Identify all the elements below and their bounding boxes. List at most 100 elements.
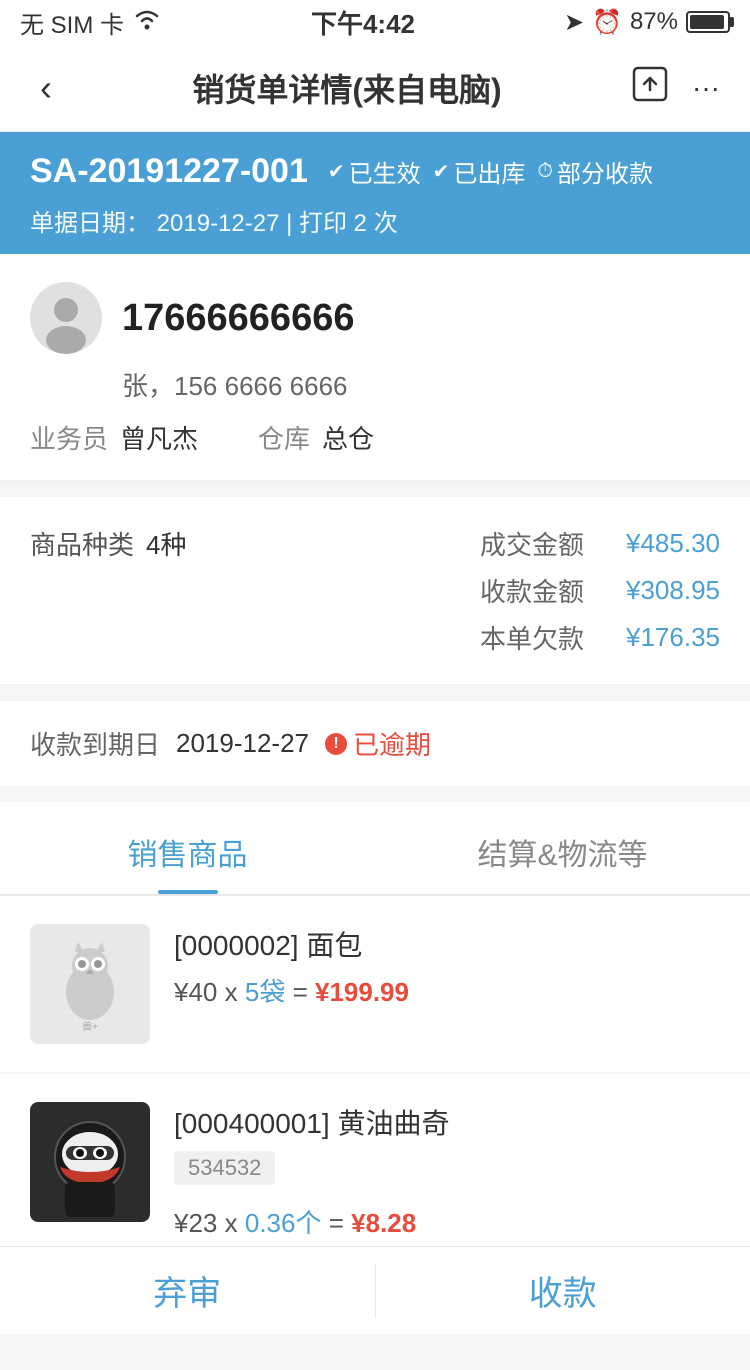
meta-label: 单据日期： (30, 210, 150, 237)
product-total-2: ¥8.28 (351, 1208, 416, 1238)
customer-section: 17666666666 张，156 6666 6666 业务员 曾凡杰 仓库 总… (0, 254, 750, 481)
page-title: 销货单详情(来自电脑) (192, 65, 501, 111)
bottom-bar: 弃审 收款 (0, 1246, 750, 1334)
tabs-section: 销售商品 结算&物流等 (0, 802, 750, 896)
customer-name: 张，156 6666 6666 (30, 366, 720, 403)
list-item: 兽+ [0000002] 面包 ¥40 x 5袋 = ¥199.99 (0, 896, 750, 1072)
check-icon-1: ✔ (328, 159, 345, 184)
alarm-icon: ⏰ (592, 8, 622, 37)
back-button[interactable]: ‹ (30, 57, 62, 119)
product-multiply-2: x (225, 1208, 245, 1238)
collected-amount-item: 收款金额 ¥308.95 (480, 572, 720, 609)
types-label: 商品种类 (30, 525, 134, 562)
product-qty-1: 5袋 (245, 977, 285, 1007)
svg-text:兽+: 兽+ (82, 1020, 98, 1033)
product-unit-price-1: ¥40 (174, 977, 217, 1007)
stats-row: 商品种类 4种 成交金额 ¥485.30 收款金额 ¥308.95 本单欠款 ¥… (30, 525, 720, 656)
collected-label: 收款金额 (480, 572, 584, 609)
product-unit-price-2: ¥23 (174, 1208, 217, 1238)
product-title-1: 面包 (306, 930, 362, 961)
location-icon: ➤ (564, 8, 584, 37)
badge-shipped: ✔ 已出库 (433, 154, 526, 189)
sales-person-info: 业务员 曾凡杰 (30, 419, 198, 456)
more-button[interactable]: ··· (692, 72, 720, 104)
carrier-text: 无 SIM 卡 (20, 5, 124, 40)
types-value: 4种 (146, 525, 186, 562)
customer-phone: 17666666666 (122, 297, 354, 340)
sales-person-value: 曾凡杰 (120, 419, 198, 456)
product-info-2: [000400001] 黄油曲奇 534532 ¥23 x 0.36个 = ¥8… (174, 1102, 720, 1240)
list-item: [000400001] 黄油曲奇 534532 ¥23 x 0.36个 = ¥8… (0, 1074, 750, 1268)
product-sku-2: [000400001] (174, 1108, 330, 1139)
product-title-2: 黄油曲奇 (338, 1108, 450, 1139)
deal-amount-item: 成交金额 ¥485.30 (480, 525, 720, 562)
check-icon-2: ✔ (433, 159, 450, 184)
stats-right: 成交金额 ¥485.30 收款金额 ¥308.95 本单欠款 ¥176.35 (480, 525, 720, 656)
owed-amount-item: 本单欠款 ¥176.35 (480, 619, 720, 656)
status-bar: 无 SIM 卡 下午4:42 ➤ ⏰ 87% (0, 0, 750, 44)
customer-top: 17666666666 (30, 282, 720, 354)
badge-shipped-label: 已出库 (453, 154, 525, 189)
badge-partial: ⏱ 部分收款 (537, 154, 653, 189)
warehouse-value: 总仓 (322, 419, 374, 456)
deal-amount-value: ¥485.30 (600, 528, 720, 559)
battery-text: 87% (630, 8, 678, 36)
header-banner: SA-20191227-001 ✔ 已生效 ✔ 已出库 ⏱ 部分收款 单据日期：… (0, 132, 750, 254)
share-button[interactable] (632, 66, 668, 109)
product-eq-1: = (293, 977, 315, 1007)
battery-icon (686, 11, 730, 33)
status-left: 无 SIM 卡 (20, 5, 162, 40)
stats-section: 商品种类 4种 成交金额 ¥485.30 收款金额 ¥308.95 本单欠款 ¥… (0, 497, 750, 685)
product-price-row-1: ¥40 x 5袋 = ¥199.99 (174, 972, 720, 1009)
product-price-row-2: ¥23 x 0.36个 = ¥8.28 (174, 1203, 720, 1240)
banner-badges: ✔ 已生效 ✔ 已出库 ⏱ 部分收款 (328, 154, 653, 189)
tab-products[interactable]: 销售商品 (0, 802, 375, 894)
collect-button[interactable]: 收款 (376, 1247, 750, 1334)
meta-date: 2019-12-27 (157, 210, 280, 237)
overdue-text: 已逾期 (353, 725, 431, 762)
product-sku-1: [0000002] (174, 930, 299, 961)
reject-button[interactable]: 弃审 (0, 1247, 375, 1334)
banner-top: SA-20191227-001 ✔ 已生效 ✔ 已出库 ⏱ 部分收款 (30, 152, 720, 191)
product-list: 兽+ [0000002] 面包 ¥40 x 5袋 = ¥199.99 (0, 896, 750, 1268)
tabs-row: 销售商品 结算&物流等 (0, 802, 750, 894)
avatar (30, 282, 102, 354)
order-id: SA-20191227-001 (30, 152, 308, 191)
badge-activated: ✔ 已生效 (328, 154, 421, 189)
product-thumbnail-1: 兽+ (30, 924, 150, 1044)
product-total-1: ¥199.99 (315, 977, 409, 1007)
overdue-icon: ! (325, 733, 347, 755)
product-multiply-1: x (225, 977, 245, 1007)
customer-info-row: 业务员 曾凡杰 仓库 总仓 (30, 419, 720, 456)
collected-value: ¥308.95 (600, 575, 720, 606)
product-thumbnail-2 (30, 1102, 150, 1222)
nav-actions: ··· (632, 66, 720, 109)
due-label: 收款到期日 (30, 725, 160, 762)
badge-partial-label: 部分收款 (557, 154, 653, 189)
due-section: 收款到期日 2019-12-27 ! 已逾期 (0, 701, 750, 786)
stats-left: 商品种类 4种 (30, 525, 186, 562)
clock-icon: ⏱ (537, 160, 553, 183)
overdue-badge: ! 已逾期 (325, 725, 431, 762)
deal-amount-label: 成交金额 (480, 525, 584, 562)
stats-types: 商品种类 4种 (30, 525, 186, 562)
product-eq-2: = (329, 1208, 351, 1238)
badge-activated-label: 已生效 (349, 154, 421, 189)
meta-print: | 打印 2 次 (286, 210, 398, 237)
product-name-2: [000400001] 黄油曲奇 (174, 1102, 720, 1142)
nav-bar: ‹ 销货单详情(来自电脑) ··· (0, 44, 750, 132)
wifi-icon (132, 8, 162, 37)
status-right: ➤ ⏰ 87% (564, 8, 730, 37)
tab-settlement[interactable]: 结算&物流等 (375, 802, 750, 894)
warehouse-info: 仓库 总仓 (258, 419, 374, 456)
product-sku-badge-2: 534532 (174, 1151, 275, 1185)
owed-value: ¥176.35 (600, 622, 720, 653)
product-qty-2: 0.36个 (245, 1208, 322, 1238)
banner-meta: 单据日期： 2019-12-27 | 打印 2 次 (30, 203, 720, 238)
warehouse-label: 仓库 (258, 419, 310, 456)
product-info-1: [0000002] 面包 ¥40 x 5袋 = ¥199.99 (174, 924, 720, 1009)
sales-person-label: 业务员 (30, 419, 108, 456)
status-time: 下午4:42 (311, 4, 415, 41)
owed-label: 本单欠款 (480, 619, 584, 656)
product-name-1: [0000002] 面包 (174, 924, 720, 964)
